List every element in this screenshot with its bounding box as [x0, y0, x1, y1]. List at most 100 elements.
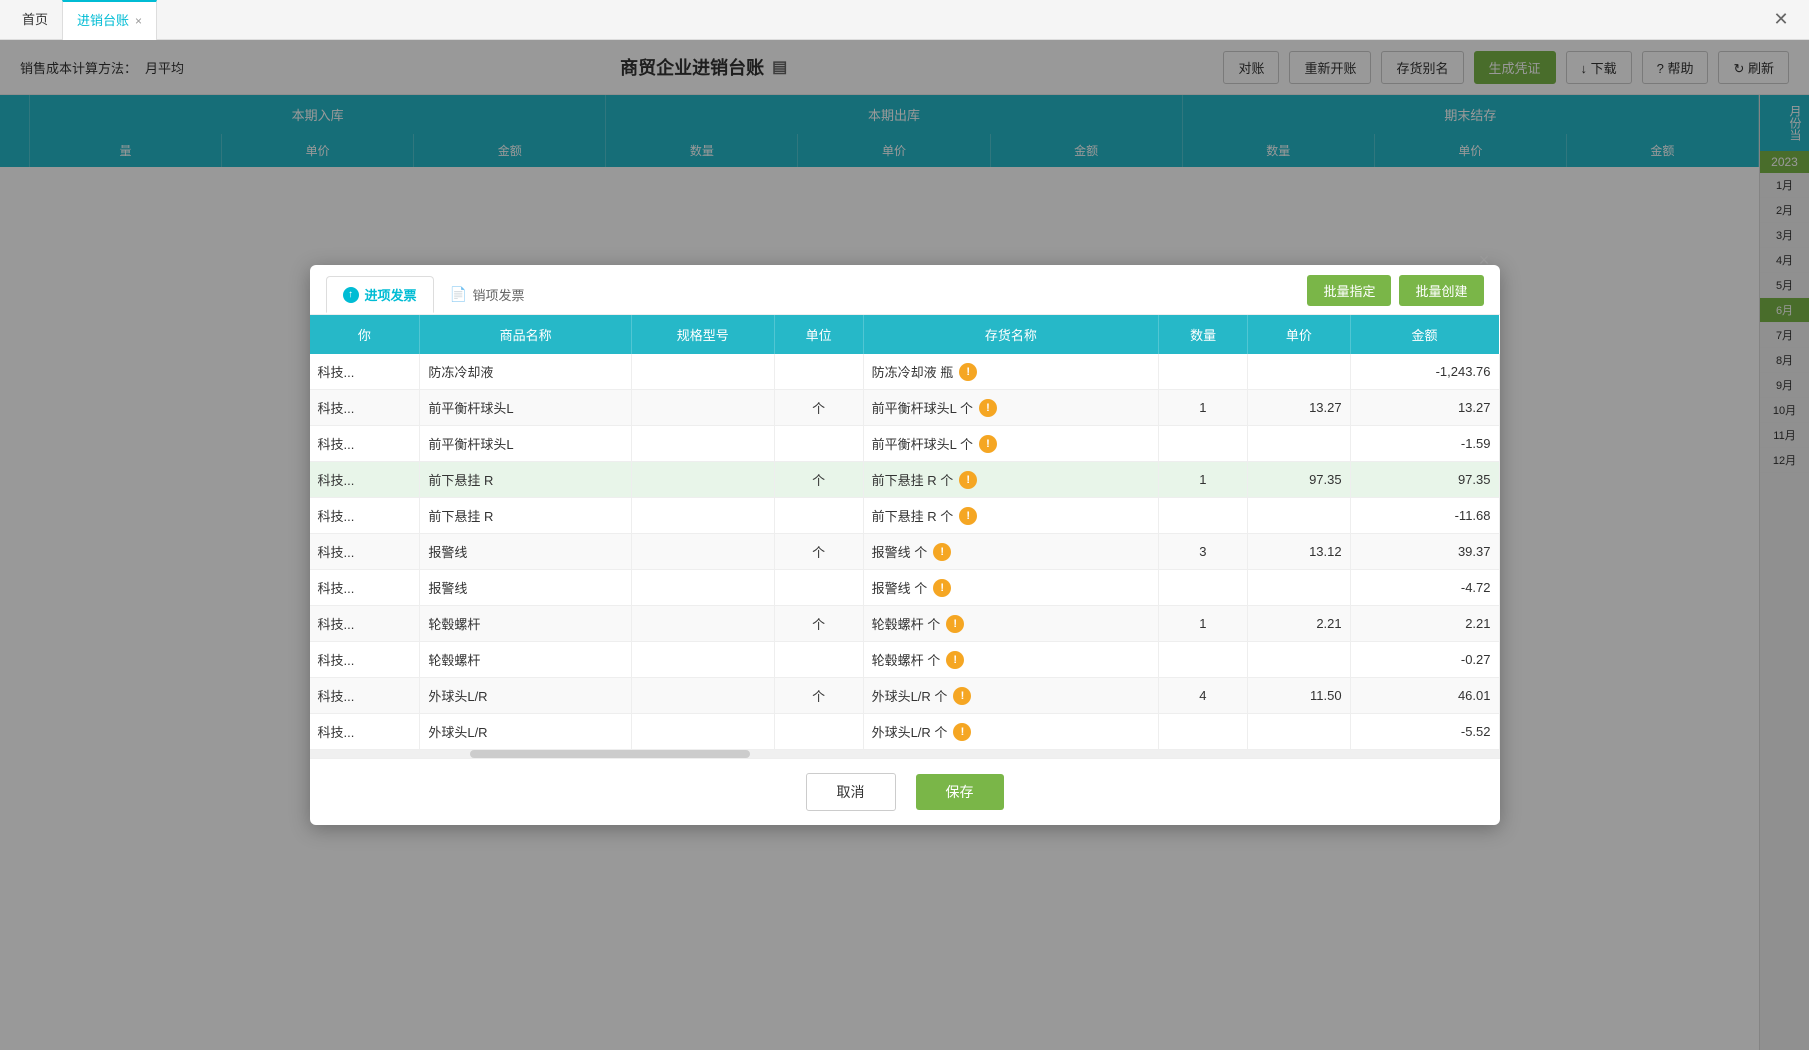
- window-close-button[interactable]: ✕: [1761, 0, 1801, 40]
- table-cell: 1: [1159, 462, 1248, 498]
- table-cell: 轮毂螺杆 个!: [864, 642, 1159, 677]
- table-row[interactable]: 科技...轮毂螺杆轮毂螺杆 个!-0.27: [310, 642, 1500, 678]
- table-cell: 科技...: [310, 426, 420, 462]
- th-col3: 规格型号: [631, 315, 774, 354]
- table-row[interactable]: 科技...外球头L/R个外球头L/R 个!411.5046.01: [310, 678, 1500, 714]
- dialog-close-button[interactable]: ×: [1472, 248, 1496, 272]
- tab-close-icon[interactable]: ×: [135, 1, 142, 41]
- warning-icon: !: [946, 651, 964, 669]
- table-cell: 外球头L/R 个!: [864, 714, 1159, 749]
- table-cell: [1159, 498, 1248, 534]
- th-col4: 单位: [774, 315, 863, 354]
- warning-icon: !: [933, 543, 951, 561]
- table-cell: 轮毂螺杆: [420, 642, 631, 678]
- table-cell: 前下悬挂 R 个!: [864, 462, 1159, 497]
- table-cell: 46.01: [1350, 678, 1499, 714]
- warning-icon: !: [953, 723, 971, 741]
- table-row[interactable]: 科技...轮毂螺杆个轮毂螺杆 个!12.212.21: [310, 606, 1500, 642]
- table-row[interactable]: 科技...前下悬挂 R个前下悬挂 R 个!197.3597.35: [310, 462, 1500, 498]
- th-col5: 存货名称: [863, 315, 1159, 354]
- tab-active-label: 进销台账: [77, 1, 129, 41]
- dialog-table: 你 商品名称 规格型号 单位 存货名称 数量 单价 金额 科技...防冻冷却液防…: [310, 315, 1500, 750]
- table-cell: 1: [1159, 390, 1248, 426]
- table-cell: [774, 570, 863, 606]
- table-row[interactable]: 科技...外球头L/R外球头L/R 个!-5.52: [310, 714, 1500, 750]
- table-cell: [1159, 354, 1248, 390]
- table-cell: [631, 390, 774, 426]
- batch-assign-button[interactable]: 批量指定: [1307, 275, 1391, 306]
- table-cell: 个: [774, 606, 863, 642]
- tab-invoice-out[interactable]: 📄 销项发票: [434, 276, 542, 313]
- table-cell: [1159, 426, 1248, 462]
- table-cell: [774, 498, 863, 534]
- table-cell: [1248, 426, 1351, 462]
- th-col7: 单价: [1248, 315, 1351, 354]
- table-row[interactable]: 科技...前平衡杆球头L前平衡杆球头L 个!-1.59: [310, 426, 1500, 462]
- table-cell: 科技...: [310, 390, 420, 426]
- table-cell: 防冻冷却液 瓶!: [864, 354, 1159, 389]
- tab-home[interactable]: 首页: [8, 0, 62, 40]
- table-cell: 科技...: [310, 714, 420, 750]
- table-cell: 1: [1159, 606, 1248, 642]
- batch-create-button[interactable]: 批量创建: [1399, 275, 1483, 306]
- table-cell: 科技...: [310, 642, 420, 678]
- table-cell: [631, 426, 774, 462]
- table-cell: 外球头L/R: [420, 714, 631, 750]
- table-cell: 97.35: [1350, 462, 1499, 498]
- dialog-overlay: × ↑ 进项发票 📄 销项发票 批量指定 批量创建: [0, 40, 1809, 1050]
- th-col8: 金额: [1350, 315, 1499, 354]
- table-cell: [1248, 642, 1351, 678]
- save-button[interactable]: 保存: [916, 774, 1004, 810]
- tab-invoice-in[interactable]: ↑ 进项发票: [326, 276, 434, 313]
- dialog-scrollbar-thumb[interactable]: [470, 750, 750, 758]
- warning-icon: !: [933, 579, 951, 597]
- table-cell: 13.27: [1248, 390, 1351, 426]
- table-cell: -1.59: [1350, 426, 1499, 462]
- table-cell: [631, 534, 774, 570]
- table-row[interactable]: 科技...防冻冷却液防冻冷却液 瓶!-1,243.76: [310, 354, 1500, 390]
- dialog-table-body: 科技...防冻冷却液防冻冷却液 瓶!-1,243.76科技...前平衡杆球头L个…: [310, 354, 1500, 750]
- table-cell: 科技...: [310, 534, 420, 570]
- table-cell: [1248, 570, 1351, 606]
- table-cell: 个: [774, 534, 863, 570]
- table-row[interactable]: 科技...前下悬挂 R前下悬挂 R 个!-11.68: [310, 498, 1500, 534]
- tab-invoice-in-label: 进项发票: [365, 285, 417, 304]
- table-cell: 前平衡杆球头L: [420, 390, 631, 426]
- table-cell: 轮毂螺杆 个!: [864, 606, 1159, 641]
- dialog-tabs: ↑ 进项发票 📄 销项发票 批量指定 批量创建: [310, 265, 1500, 315]
- table-cell: 科技...: [310, 678, 420, 714]
- table-cell: [1248, 714, 1351, 750]
- table-cell: 前下悬挂 R: [420, 462, 631, 498]
- table-cell: 前下悬挂 R: [420, 498, 631, 534]
- table-row[interactable]: 科技...报警线个报警线 个!313.1239.37: [310, 534, 1500, 570]
- top-bar: 首页 进销台账 × ✕: [0, 0, 1809, 40]
- table-cell: [631, 606, 774, 642]
- invoice-out-icon: 📄: [451, 287, 467, 303]
- th-col6: 数量: [1159, 315, 1248, 354]
- dialog-table-wrapper[interactable]: 你 商品名称 规格型号 单位 存货名称 数量 单价 金额 科技...防冻冷却液防…: [310, 315, 1500, 750]
- dialog: ↑ 进项发票 📄 销项发票 批量指定 批量创建 你: [310, 265, 1500, 825]
- table-cell: [774, 426, 863, 462]
- table-cell: [631, 462, 774, 498]
- table-cell: -11.68: [1350, 498, 1499, 534]
- tab-active[interactable]: 进销台账 ×: [62, 0, 157, 40]
- warning-icon: !: [953, 687, 971, 705]
- table-cell: [631, 642, 774, 678]
- table-cell: 个: [774, 678, 863, 714]
- table-cell: 报警线: [420, 534, 631, 570]
- table-cell: 个: [774, 390, 863, 426]
- warning-icon: !: [979, 435, 997, 453]
- dialog-scrollbar[interactable]: [310, 750, 1500, 758]
- table-cell: [1159, 570, 1248, 606]
- cancel-button[interactable]: 取消: [806, 773, 896, 811]
- table-cell: 13.27: [1350, 390, 1499, 426]
- table-row[interactable]: 科技...报警线报警线 个!-4.72: [310, 570, 1500, 606]
- warning-icon: !: [979, 399, 997, 417]
- table-row[interactable]: 科技...前平衡杆球头L个前平衡杆球头L 个!113.2713.27: [310, 390, 1500, 426]
- table-cell: 13.12: [1248, 534, 1351, 570]
- table-cell: [774, 642, 863, 678]
- table-cell: 防冻冷却液: [420, 354, 631, 390]
- table-cell: 4: [1159, 678, 1248, 714]
- table-cell: 前下悬挂 R 个!: [864, 498, 1159, 533]
- dialog-footer: 取消 保存: [310, 758, 1500, 825]
